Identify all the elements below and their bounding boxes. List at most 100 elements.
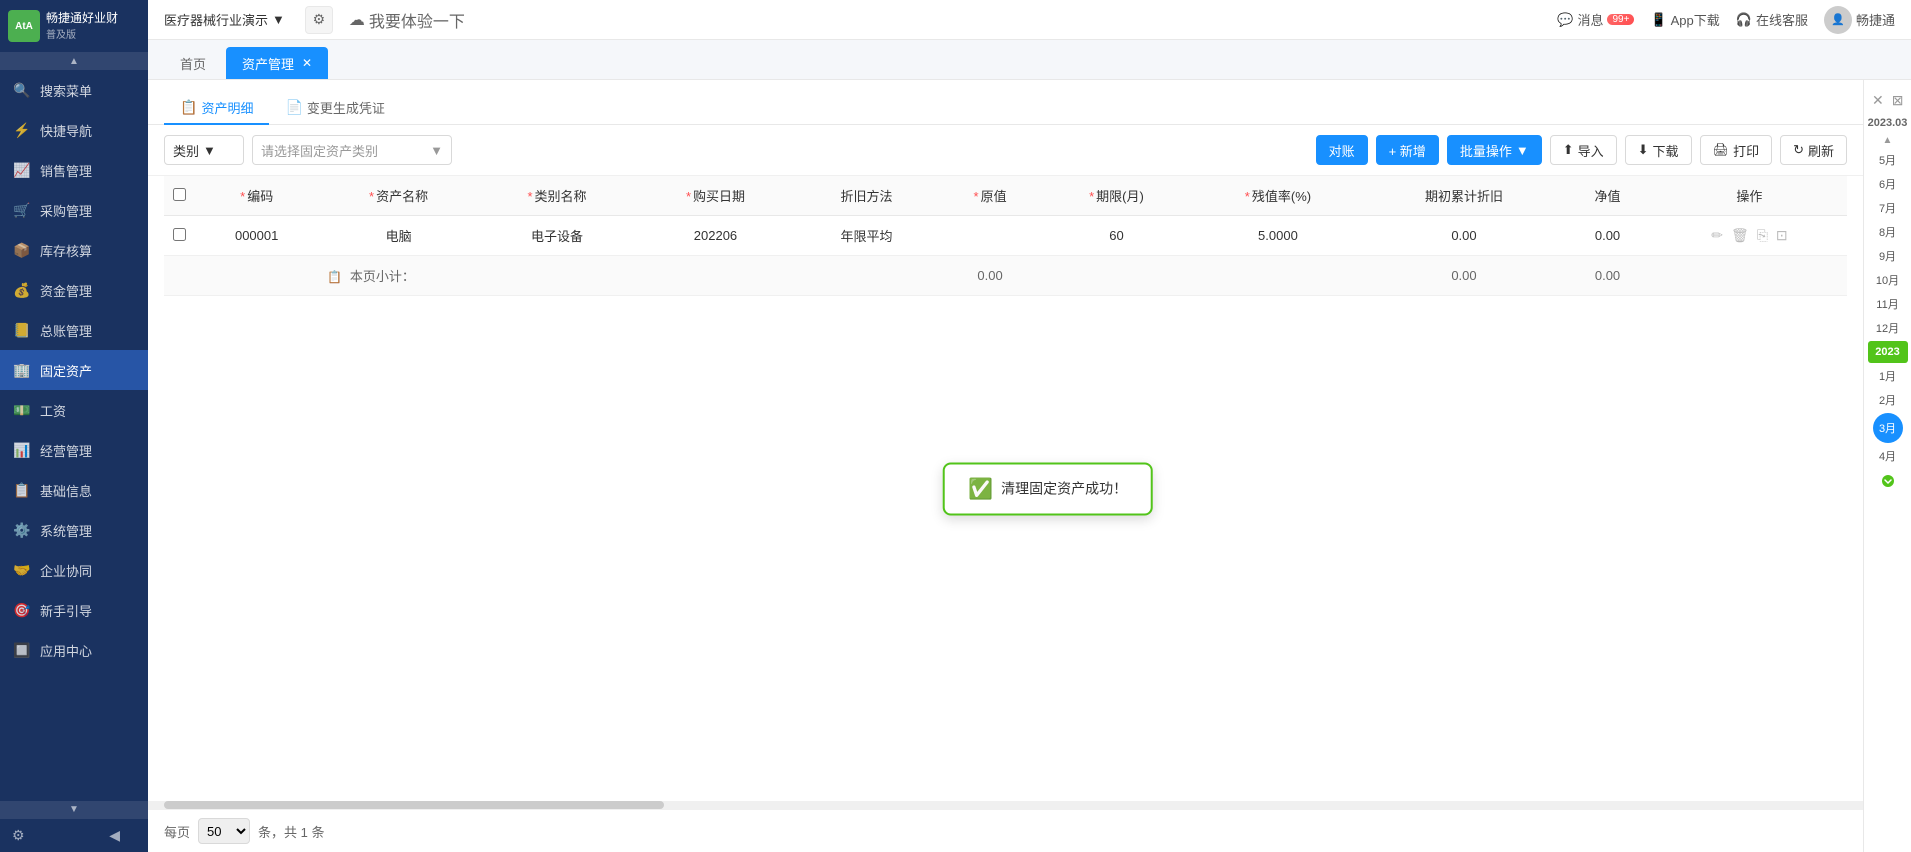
calendar-month-8[interactable]: 8月 [1868,221,1908,243]
sidebar-item-quick-nav[interactable]: ⚡ 快捷导航 [0,110,148,150]
sidebar-item-operations[interactable]: 📊 经营管理 [0,430,148,470]
success-check-icon: ✅ [968,476,993,501]
table-header-residual-rate: *残值率(%) [1191,176,1365,216]
settings-button[interactable]: ⚙ [305,6,333,34]
user-avatar: 👤 [1824,6,1852,34]
row-residual-rate: 5.0000 [1191,216,1365,256]
username: 畅捷通 [1856,10,1895,29]
refresh-button[interactable]: ↻ 刷新 [1780,135,1847,165]
sidebar-scroll-down[interactable]: ▼ [0,801,148,818]
subtotal-empty-5 [1652,256,1847,296]
asset-table: *编码 *资产名称 *类别名称 *购买日期 折旧方法 *原值 *期限(月) *残… [164,176,1847,296]
company-selector[interactable]: 医疗器械行业演示 ▼ [164,10,289,29]
calendar-month-1[interactable]: 1月 [1868,365,1908,387]
sidebar-item-app-center[interactable]: 🔲 应用中心 [0,630,148,670]
settings-icon[interactable]: ⚙ [12,827,25,844]
calendar-month-4[interactable]: 4月 [1868,445,1908,467]
close-right-panel[interactable]: ✕ [1868,88,1888,113]
collapse-icon[interactable]: ◀ [109,827,120,844]
sidebar-item-purchase[interactable]: 🛒 采购管理 [0,190,148,230]
per-page-select[interactable]: 50 10 20 100 [198,818,250,844]
tab-home[interactable]: 首页 [164,47,222,79]
sub-tabs: 📋 资产明细 📄 变更生成凭证 [148,80,1863,125]
customer-service-label: 在线客服 [1756,10,1808,29]
sidebar-item-ledger[interactable]: 📒 总账管理 [0,310,148,350]
import-icon: ⬆ [1563,142,1574,158]
sidebar-item-label: 基础信息 [40,481,92,500]
sidebar-item-label: 工资 [40,401,66,420]
sidebar-item-basic-info[interactable]: 📋 基础信息 [0,470,148,510]
batch-button[interactable]: 批量操作 ▼ [1447,135,1542,165]
sidebar-item-guide[interactable]: 🎯 新手引导 [0,590,148,630]
sidebar-item-system[interactable]: ⚙️ 系统管理 [0,510,148,550]
sidebar-logo: AtA 畅捷通好业财 普及版 [0,0,148,53]
calendar-month-2[interactable]: 2月 [1868,389,1908,411]
select-all-checkbox[interactable] [173,188,186,201]
message-action[interactable]: 💬 消息 99+ [1557,10,1634,29]
more-icon[interactable]: ⊡ [1776,227,1788,244]
new-button[interactable]: + 新增 [1376,135,1439,165]
sidebar-item-label: 企业协同 [40,561,92,580]
sidebar-item-sales[interactable]: 📈 销售管理 [0,150,148,190]
calendar-month-9[interactable]: 9月 [1868,245,1908,267]
row-code: 000001 [194,216,319,256]
table-header-checkbox [164,176,194,216]
sidebar-item-finance[interactable]: 💰 资金管理 [0,270,148,310]
sub-tab-asset-detail[interactable]: 📋 资产明细 [164,92,269,125]
logo-title: 畅捷通好业财 [46,11,118,27]
sidebar-scroll-up[interactable]: ▲ [0,53,148,70]
calendar-up-arrow[interactable]: ▲ [1881,133,1895,148]
calendar-month-6[interactable]: 6月 [1868,173,1908,195]
sidebar-item-label: 搜索菜单 [40,81,92,100]
calendar-down-arrow[interactable] [1879,472,1897,493]
app-download-action[interactable]: 📱 App下载 [1650,10,1719,29]
sidebar-item-label: 应用中心 [40,641,92,660]
tab-close-icon[interactable]: ✕ [302,56,312,70]
category-filter[interactable]: 类别 ▼ [164,135,244,165]
experience-button[interactable]: ☁ 我要体验一下 [349,8,469,32]
list-icon: 📋 [180,99,197,116]
tab-asset-mgmt[interactable]: 资产管理 ✕ [226,47,328,79]
app-download-label: App下载 [1671,10,1720,29]
row-category: 电子设备 [478,216,636,256]
subtotal-initial-depreciation: 0.00 [1365,256,1563,296]
horizontal-scrollbar[interactable] [148,801,1863,809]
toolbar: 类别 ▼ 请选择固定资产类别 ▼ 对账 + 新增 [148,125,1863,176]
sidebar-item-inventory[interactable]: 📦 库存核算 [0,230,148,270]
calendar-month-11[interactable]: 11月 [1868,293,1908,315]
message-badge: 99+ [1607,14,1634,25]
content-area: 📋 资产明细 📄 变更生成凭证 类别 ▼ 请选择固定资产类别 [148,80,1911,852]
scroll-thumb[interactable] [164,801,664,809]
table-header-depreciation-method: 折旧方法 [795,176,939,216]
right-panel-top: ✕ ⊠ [1864,84,1911,113]
calendar-month-3[interactable]: 3月 [1873,413,1903,443]
handshake-icon: 🤝 [12,560,32,580]
customer-service-action[interactable]: 🎧 在线客服 [1736,10,1808,29]
expand-right-panel[interactable]: ⊠ [1888,88,1908,113]
print-button[interactable]: 🖨 打印 [1700,135,1773,165]
sub-tab-change-voucher[interactable]: 📄 变更生成凭证 [269,92,400,125]
subtotal-empty-1 [164,256,194,296]
calendar-month-7[interactable]: 7月 [1868,197,1908,219]
category-input[interactable]: 请选择固定资产类别 ▼ [252,135,452,165]
user-profile[interactable]: 👤 畅捷通 [1824,6,1895,34]
calendar-month-5[interactable]: 5月 [1868,149,1908,171]
sidebar-item-enterprise[interactable]: 🤝 企业协同 [0,550,148,590]
book-icon: 📒 [12,320,32,340]
reconcile-button[interactable]: 对账 [1316,135,1368,165]
row-checkbox-cell [164,216,194,256]
copy-icon[interactable]: ⎘ [1757,227,1768,244]
delete-icon[interactable]: 🗑 [1731,227,1749,244]
sidebar-item-search[interactable]: 🔍 搜索菜单 [0,70,148,110]
download-button[interactable]: ⬇ 下载 [1625,135,1692,165]
row-checkbox[interactable] [173,228,186,241]
edit-icon[interactable]: ✏ [1711,227,1723,244]
sidebar-item-label: 销售管理 [40,161,92,180]
sidebar-item-salary[interactable]: 💵 工资 [0,390,148,430]
sidebar: AtA 畅捷通好业财 普及版 ▲ 🔍 搜索菜单 ⚡ 快捷导航 📈 销售管理 🛒 … [0,0,148,852]
calendar-month-10[interactable]: 10月 [1868,269,1908,291]
calendar-month-12[interactable]: 12月 [1868,317,1908,339]
import-button[interactable]: ⬆ 导入 [1550,135,1617,165]
sidebar-item-fixed-assets[interactable]: 🏢 固定资产 [0,350,148,390]
calendar-year-2023[interactable]: 2023 [1868,341,1908,363]
